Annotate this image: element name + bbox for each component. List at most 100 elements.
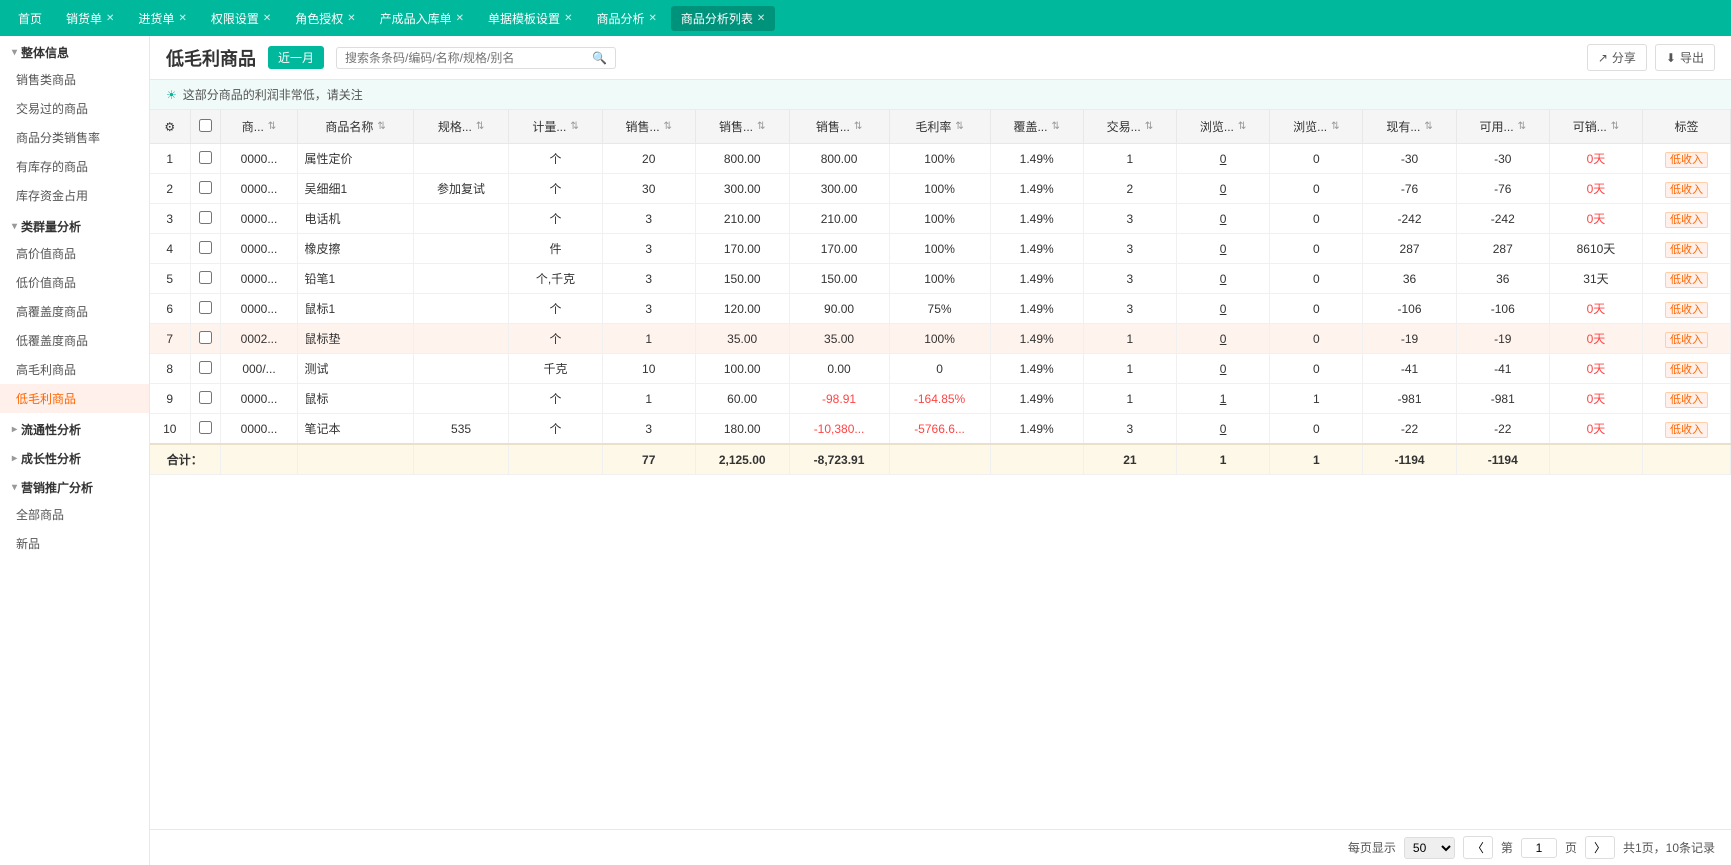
td-checkbox[interactable] [190, 174, 220, 204]
page-size-select[interactable]: 50 100 200 [1404, 837, 1455, 859]
sidebar-item-all-goods[interactable]: 全部商品 [0, 500, 149, 529]
td-browse1[interactable]: 0 [1176, 264, 1269, 294]
th-sales-qty[interactable]: 销售...⇅ [602, 110, 695, 144]
nav-close-analysis-list[interactable]: ✕ [757, 13, 765, 24]
nav-item-permission[interactable]: 权限设置 ✕ [201, 6, 281, 31]
td-browse1[interactable]: 0 [1176, 234, 1269, 264]
share-button[interactable]: ↗ 分享 [1587, 44, 1647, 71]
browse1-link[interactable]: 0 [1220, 362, 1227, 376]
th-current-stock[interactable]: 现有...⇅ [1363, 110, 1456, 144]
td-checkbox[interactable] [190, 384, 220, 414]
nav-item-product-entry[interactable]: 产成品入库单 ✕ [370, 6, 474, 31]
nav-close-permission[interactable]: ✕ [263, 13, 271, 24]
sidebar-group-marketing[interactable]: ▾ 营销推广分析 [0, 471, 149, 500]
current-page-input[interactable] [1521, 838, 1557, 858]
sidebar-item-low-value[interactable]: 低价值商品 [0, 268, 149, 297]
browse1-link[interactable]: 0 [1220, 272, 1227, 286]
row-checkbox[interactable] [199, 421, 212, 434]
th-unit[interactable]: 计量...⇅ [509, 110, 602, 144]
td-browse1[interactable]: 0 [1176, 324, 1269, 354]
browse1-link[interactable]: 0 [1220, 242, 1227, 256]
search-icon[interactable]: 🔍 [592, 51, 607, 65]
row-checkbox[interactable] [199, 391, 212, 404]
row-checkbox[interactable] [199, 301, 212, 314]
th-code[interactable]: 商...⇅ [220, 110, 298, 144]
sidebar-item-traded-goods[interactable]: 交易过的商品 [0, 94, 149, 123]
td-checkbox[interactable] [190, 204, 220, 234]
nav-close-sales[interactable]: ✕ [106, 13, 114, 24]
search-input[interactable] [345, 51, 588, 65]
row-checkbox[interactable] [199, 241, 212, 254]
sidebar-group-flow[interactable]: ▸ 流通性分析 [0, 413, 149, 442]
nav-item-template[interactable]: 单据模板设置 ✕ [478, 6, 582, 31]
browse1-link[interactable]: 0 [1220, 422, 1227, 436]
td-browse1[interactable]: 0 [1176, 174, 1269, 204]
sidebar-item-high-coverage[interactable]: 高覆盖度商品 [0, 297, 149, 326]
browse1-link[interactable]: 0 [1220, 332, 1227, 346]
td-browse1[interactable]: 0 [1176, 144, 1269, 174]
nav-close-role[interactable]: ✕ [347, 13, 355, 24]
sidebar-group-cluster[interactable]: ▾ 类群量分析 [0, 210, 149, 239]
browse1-link[interactable]: 1 [1220, 392, 1227, 406]
browse1-link[interactable]: 0 [1220, 182, 1227, 196]
sidebar-item-high-margin[interactable]: 高毛利商品 [0, 355, 149, 384]
sidebar-item-low-margin[interactable]: 低毛利商品 [0, 384, 149, 413]
th-spec[interactable]: 规格...⇅ [413, 110, 509, 144]
th-trade[interactable]: 交易...⇅ [1083, 110, 1176, 144]
row-checkbox[interactable] [199, 361, 212, 374]
nav-item-sales[interactable]: 销货单 ✕ [56, 6, 124, 31]
settings-icon[interactable]: ⚙ [164, 120, 175, 134]
th-available[interactable]: 可用...⇅ [1456, 110, 1549, 144]
export-button[interactable]: ⬇ 导出 [1655, 44, 1715, 71]
nav-item-role[interactable]: 角色授权 ✕ [285, 6, 365, 31]
sidebar-group-overview[interactable]: ▾ 整体信息 [0, 36, 149, 65]
prev-page-btn[interactable]: 〈 [1463, 836, 1493, 859]
td-checkbox[interactable] [190, 144, 220, 174]
th-gross-margin[interactable]: 毛利率⇅ [889, 110, 990, 144]
nav-item-home[interactable]: 首页 [8, 6, 52, 31]
td-browse1[interactable]: 0 [1176, 354, 1269, 384]
sidebar-item-sales-goods[interactable]: 销售类商品 [0, 65, 149, 94]
th-browse2[interactable]: 浏览...⇅ [1270, 110, 1363, 144]
browse1-link[interactable]: 0 [1220, 152, 1227, 166]
nav-item-analysis[interactable]: 商品分析 ✕ [586, 6, 666, 31]
sidebar-item-high-value[interactable]: 高价值商品 [0, 239, 149, 268]
th-coverage[interactable]: 覆盖...⇅ [990, 110, 1083, 144]
sidebar-item-new-goods[interactable]: 新品 [0, 529, 149, 558]
nav-item-analysis-list[interactable]: 商品分析列表 ✕ [671, 6, 775, 31]
th-tag[interactable]: 标签 [1643, 110, 1731, 144]
row-checkbox[interactable] [199, 151, 212, 164]
td-browse1[interactable]: 0 [1176, 204, 1269, 234]
td-browse1[interactable]: 0 [1176, 414, 1269, 445]
th-name[interactable]: 商品名称⇅ [298, 110, 413, 144]
td-checkbox[interactable] [190, 234, 220, 264]
browse1-link[interactable]: 0 [1220, 302, 1227, 316]
th-saleable[interactable]: 可销...⇅ [1549, 110, 1642, 144]
nav-close-purchase[interactable]: ✕ [178, 13, 186, 24]
th-settings[interactable]: ⚙ [150, 110, 190, 144]
td-browse1[interactable]: 0 [1176, 294, 1269, 324]
th-checkbox[interactable] [190, 110, 220, 144]
select-all-checkbox[interactable] [199, 119, 212, 132]
sidebar-item-low-coverage[interactable]: 低覆盖度商品 [0, 326, 149, 355]
row-checkbox[interactable] [199, 211, 212, 224]
filter-btn-recent-month[interactable]: 近一月 [268, 46, 324, 69]
row-checkbox[interactable] [199, 331, 212, 344]
td-browse1[interactable]: 1 [1176, 384, 1269, 414]
nav-item-purchase[interactable]: 进货单 ✕ [128, 6, 196, 31]
sidebar-item-capital[interactable]: 库存资金占用 [0, 181, 149, 210]
td-checkbox[interactable] [190, 264, 220, 294]
row-checkbox[interactable] [199, 271, 212, 284]
td-checkbox[interactable] [190, 294, 220, 324]
th-sales-price[interactable]: 销售...⇅ [695, 110, 789, 144]
browse1-link[interactable]: 0 [1220, 212, 1227, 226]
td-checkbox[interactable] [190, 414, 220, 445]
nav-close-template[interactable]: ✕ [564, 13, 572, 24]
sidebar-item-category-rate[interactable]: 商品分类销售率 [0, 123, 149, 152]
td-checkbox[interactable] [190, 354, 220, 384]
th-browse1[interactable]: 浏览...⇅ [1176, 110, 1269, 144]
nav-close-product-entry[interactable]: ✕ [456, 13, 464, 24]
td-checkbox[interactable] [190, 324, 220, 354]
next-page-btn[interactable]: 〉 [1585, 836, 1615, 859]
nav-close-analysis[interactable]: ✕ [648, 13, 656, 24]
